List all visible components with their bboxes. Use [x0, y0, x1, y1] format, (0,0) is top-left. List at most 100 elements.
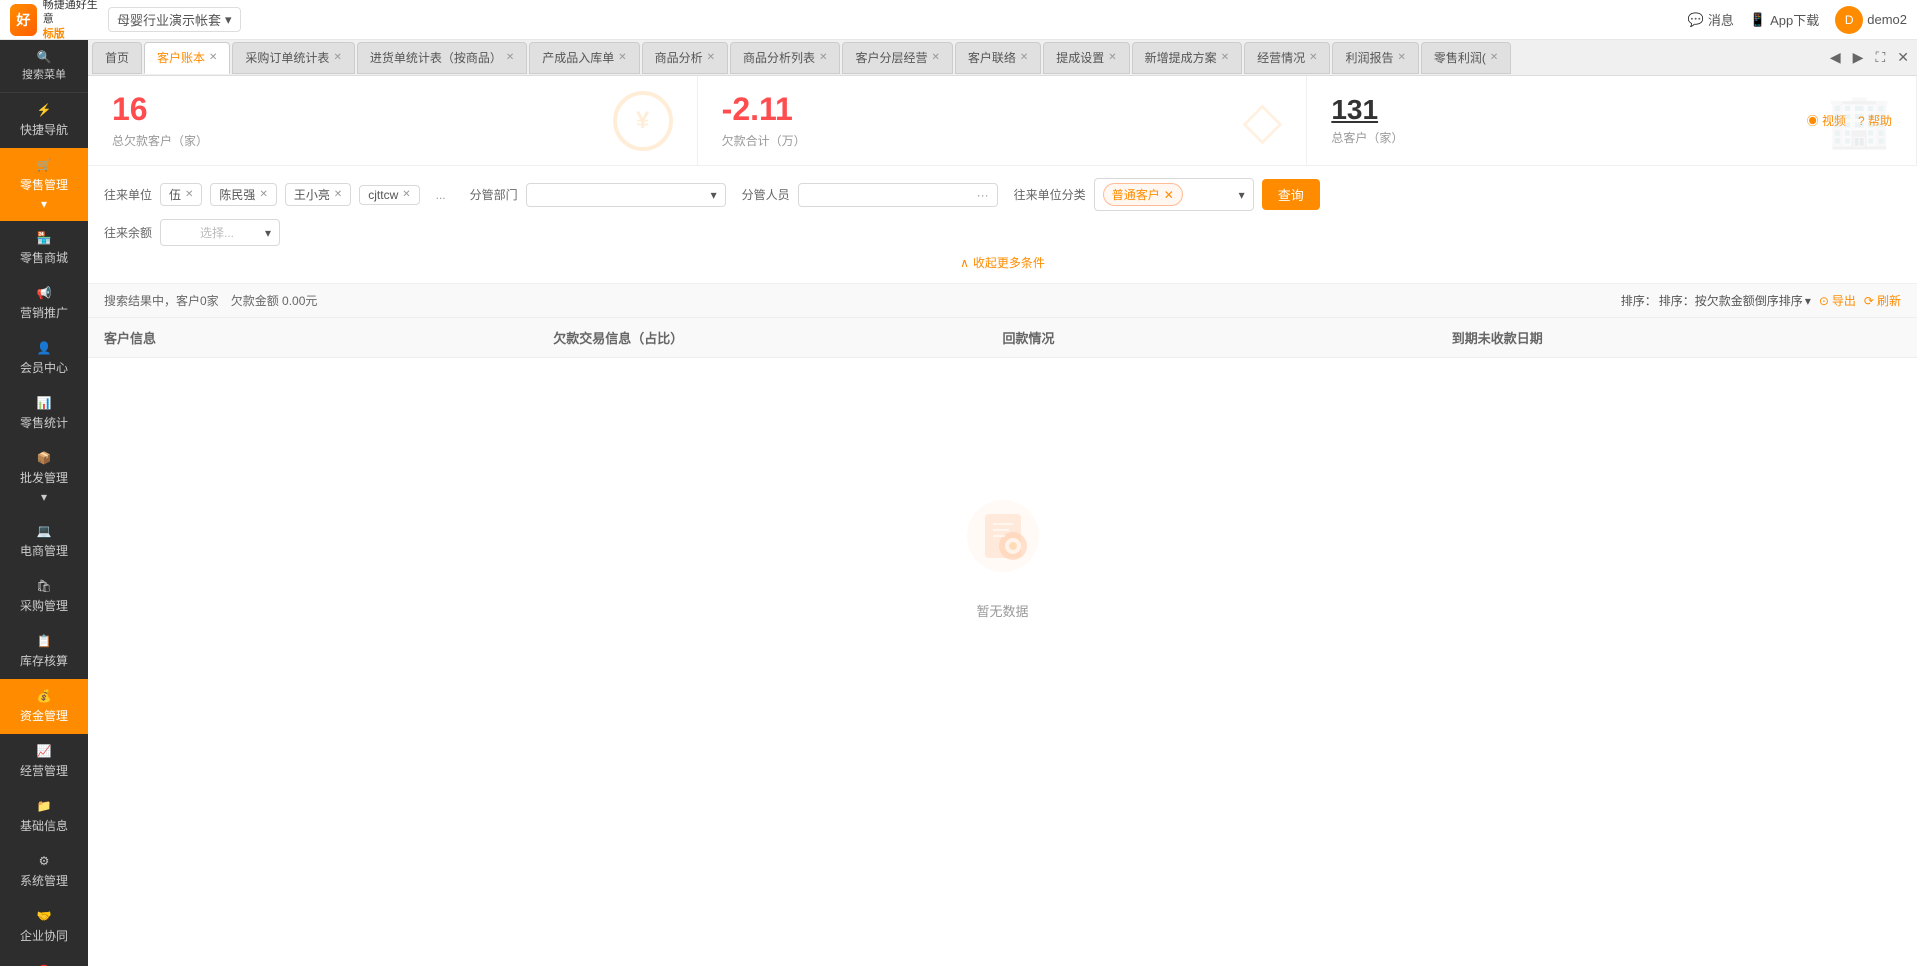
- sort-label: 排序：: [1621, 292, 1657, 309]
- stat-total-customers: 🏢 131 总客户（家） ◉ 视频 ? 帮助: [1307, 76, 1917, 165]
- tab-customer-contact[interactable]: 客户联络 ✕: [955, 42, 1041, 74]
- export-btn[interactable]: ⊙ 导出: [1819, 292, 1856, 309]
- tab-close-business-status[interactable]: ✕: [1309, 52, 1317, 63]
- purchase-icon: 🛍: [36, 579, 51, 593]
- tab-close-goods-analysis[interactable]: ✕: [707, 52, 715, 63]
- tab-promote-settings[interactable]: 提成设置 ✕: [1043, 42, 1129, 74]
- sidebar-item-marketing[interactable]: 📢 营销推广: [0, 276, 88, 331]
- balance-select[interactable]: 选择... ▾: [160, 219, 280, 246]
- user-menu[interactable]: D demo2: [1835, 6, 1907, 34]
- filter-tag-more[interactable]: ...: [428, 186, 454, 204]
- filter-active-tag-normal[interactable]: 普通客户 ✕: [1103, 183, 1183, 206]
- tab-close-customer-contact[interactable]: ✕: [1020, 52, 1028, 63]
- filter-tag-wu[interactable]: 伍 ✕: [160, 183, 202, 206]
- filter-area: 往来单位 伍 ✕ 陈民强 ✕ 王小亮 ✕ cjttcw: [88, 166, 1917, 284]
- stat-label-total: 总客户（家）: [1331, 129, 1403, 146]
- tab-close-retail-profit[interactable]: ✕: [1490, 52, 1498, 63]
- sidebar-item-basic-info[interactable]: 📁 基础信息: [0, 789, 88, 844]
- tab-close-goods-analysis-list[interactable]: ✕: [819, 52, 827, 63]
- tab-close-all-btn[interactable]: ✕: [1893, 47, 1913, 68]
- tab-close-product-stock[interactable]: ✕: [618, 52, 626, 63]
- sidebar-item-retail-mgmt[interactable]: 🛒 零售管理 ▾: [0, 148, 88, 221]
- tab-purchase-order[interactable]: 采购订单统计表 ✕: [232, 42, 354, 74]
- tab-customer-tier[interactable]: 客户分层经营 ✕: [842, 42, 952, 74]
- stat-label-customers: 总欠款客户（家）: [112, 132, 208, 149]
- avatar: D: [1835, 6, 1863, 34]
- stat-label-amount: 欠款合计（万）: [722, 132, 806, 149]
- chevron-icon: ▾: [41, 197, 47, 211]
- remove-tag-chen[interactable]: ✕: [259, 189, 267, 200]
- ecommerce-icon: 💻: [37, 524, 52, 538]
- filter-tag-wang[interactable]: 王小亮 ✕: [285, 183, 351, 206]
- table-area: 客户信息 欠款交易信息（占比） 回款情况 到期未收款日期: [88, 318, 1917, 758]
- sidebar-item-retail-stats[interactable]: 📊 零售统计: [0, 386, 88, 441]
- refresh-btn[interactable]: ⟳ 刷新: [1864, 292, 1901, 309]
- sidebar-item-enterprise-coop[interactable]: 🤝 企业协同: [0, 899, 88, 954]
- tab-close-customer-tier[interactable]: ✕: [931, 52, 939, 63]
- search-icon: 🔍: [8, 50, 80, 64]
- sidebar-item-purchase-mgmt[interactable]: 🛍 采购管理: [0, 569, 88, 624]
- remove-tag-wu[interactable]: ✕: [185, 189, 193, 200]
- sidebar-item-new-guide[interactable]: 🎯 新手引导: [0, 954, 88, 966]
- collapse-button[interactable]: ∧ 收起更多条件: [104, 254, 1901, 271]
- tab-product-stock[interactable]: 产成品入库单 ✕: [529, 42, 639, 74]
- export-icon: ⊙: [1819, 294, 1829, 308]
- org-selector[interactable]: 母婴行业演示帐套 ▾: [108, 7, 241, 32]
- tab-retail-profit[interactable]: 零售利润( ✕: [1421, 42, 1511, 74]
- tab-purchase-stats[interactable]: 进货单统计表（按商品） ✕: [357, 42, 527, 74]
- download-icon: 📱: [1750, 12, 1766, 28]
- logo-icon: 好: [10, 4, 37, 36]
- sidebar-item-member-center[interactable]: 👤 会员中心: [0, 331, 88, 386]
- sidebar-item-ecommerce[interactable]: 💻 电商管理: [0, 514, 88, 569]
- coop-icon: 🤝: [37, 909, 52, 923]
- tab-close-profit-report[interactable]: ✕: [1398, 52, 1406, 63]
- sidebar-item-ops-mgmt[interactable]: 📈 经营管理: [0, 734, 88, 789]
- table-body: 暂无数据: [88, 358, 1917, 758]
- remove-tag-wang[interactable]: ✕: [334, 189, 342, 200]
- stat-value-amount: -2.11: [722, 92, 806, 127]
- batch-icon: 📦: [37, 451, 52, 465]
- sidebar-item-inventory[interactable]: 📋 库存核算: [0, 624, 88, 679]
- person-dots[interactable]: ···: [977, 188, 989, 202]
- sidebar-item-retail-mall[interactable]: 🏪 零售商城: [0, 221, 88, 276]
- person-select[interactable]: ···: [798, 183, 998, 207]
- tab-customer-cost[interactable]: 客户账本 ✕: [144, 42, 230, 74]
- filter-tag-cjttcw[interactable]: cjttcw ✕: [359, 185, 419, 205]
- nav-icon: ⚡: [37, 103, 52, 117]
- tab-close-customer-cost[interactable]: ✕: [209, 52, 217, 63]
- tab-business-status[interactable]: 经营情况 ✕: [1244, 42, 1330, 74]
- remove-tag-cjttcw[interactable]: ✕: [402, 189, 410, 200]
- tab-new-promote[interactable]: 新增提成方案 ✕: [1132, 42, 1242, 74]
- tab-next-btn[interactable]: ▶: [1849, 47, 1868, 68]
- search-info: 搜索结果中，客户0家 欠款金额 0.00元 排序： 排序：按欠款金额倒序排序 ▾…: [88, 284, 1917, 318]
- tab-fullscreen-btn[interactable]: ⛶: [1871, 47, 1889, 68]
- tab-home[interactable]: 首页: [92, 42, 142, 74]
- sidebar-item-system[interactable]: ⚙ 系统管理: [0, 844, 88, 899]
- main-layout: 🔍 搜索菜单 ⚡ 快捷导航 🛒 零售管理 ▾ 🏪 零售商城 📢 营销推广 👤 会…: [0, 40, 1917, 966]
- tab-goods-analysis[interactable]: 商品分析 ✕: [642, 42, 728, 74]
- empty-icon: [963, 496, 1043, 593]
- tab-close-promote-settings[interactable]: ✕: [1108, 52, 1116, 63]
- tab-close-purchase-stats[interactable]: ✕: [506, 52, 514, 63]
- filter-tag-chen[interactable]: 陈民强 ✕: [210, 183, 276, 206]
- dept-select[interactable]: ▾: [526, 183, 726, 207]
- remove-normal-tag[interactable]: ✕: [1164, 188, 1174, 202]
- sort-select[interactable]: 排序： 排序：按欠款金额倒序排序 ▾: [1621, 292, 1811, 309]
- tab-profit-report[interactable]: 利润报告 ✕: [1332, 42, 1418, 74]
- col-customer-info: 客户信息: [104, 328, 553, 347]
- sidebar-item-finance[interactable]: 💰 资金管理: [0, 679, 88, 734]
- finance-icon: 💰: [37, 689, 52, 703]
- sidebar: 🔍 搜索菜单 ⚡ 快捷导航 🛒 零售管理 ▾ 🏪 零售商城 📢 营销推广 👤 会…: [0, 40, 88, 966]
- sidebar-item-batch-mgmt[interactable]: 📦 批发管理 ▾: [0, 441, 88, 514]
- query-button[interactable]: 查询: [1262, 179, 1320, 210]
- tab-goods-analysis-list[interactable]: 商品分析列表 ✕: [730, 42, 840, 74]
- app-download-btn[interactable]: 📱 App下载: [1750, 10, 1819, 29]
- sidebar-item-quick-nav[interactable]: ⚡ 快捷导航: [0, 93, 88, 148]
- message-btn[interactable]: 💬 消息: [1688, 10, 1734, 29]
- tab-prev-btn[interactable]: ◀: [1826, 47, 1845, 68]
- sidebar-search[interactable]: 🔍 搜索菜单: [0, 40, 88, 93]
- top-right: 💬 消息 📱 App下载 D demo2: [1688, 6, 1907, 34]
- tab-close-purchase-order[interactable]: ✕: [333, 52, 341, 63]
- tab-close-new-promote[interactable]: ✕: [1221, 52, 1229, 63]
- unit-category-select[interactable]: 普通客户 ✕ ▾: [1094, 178, 1254, 211]
